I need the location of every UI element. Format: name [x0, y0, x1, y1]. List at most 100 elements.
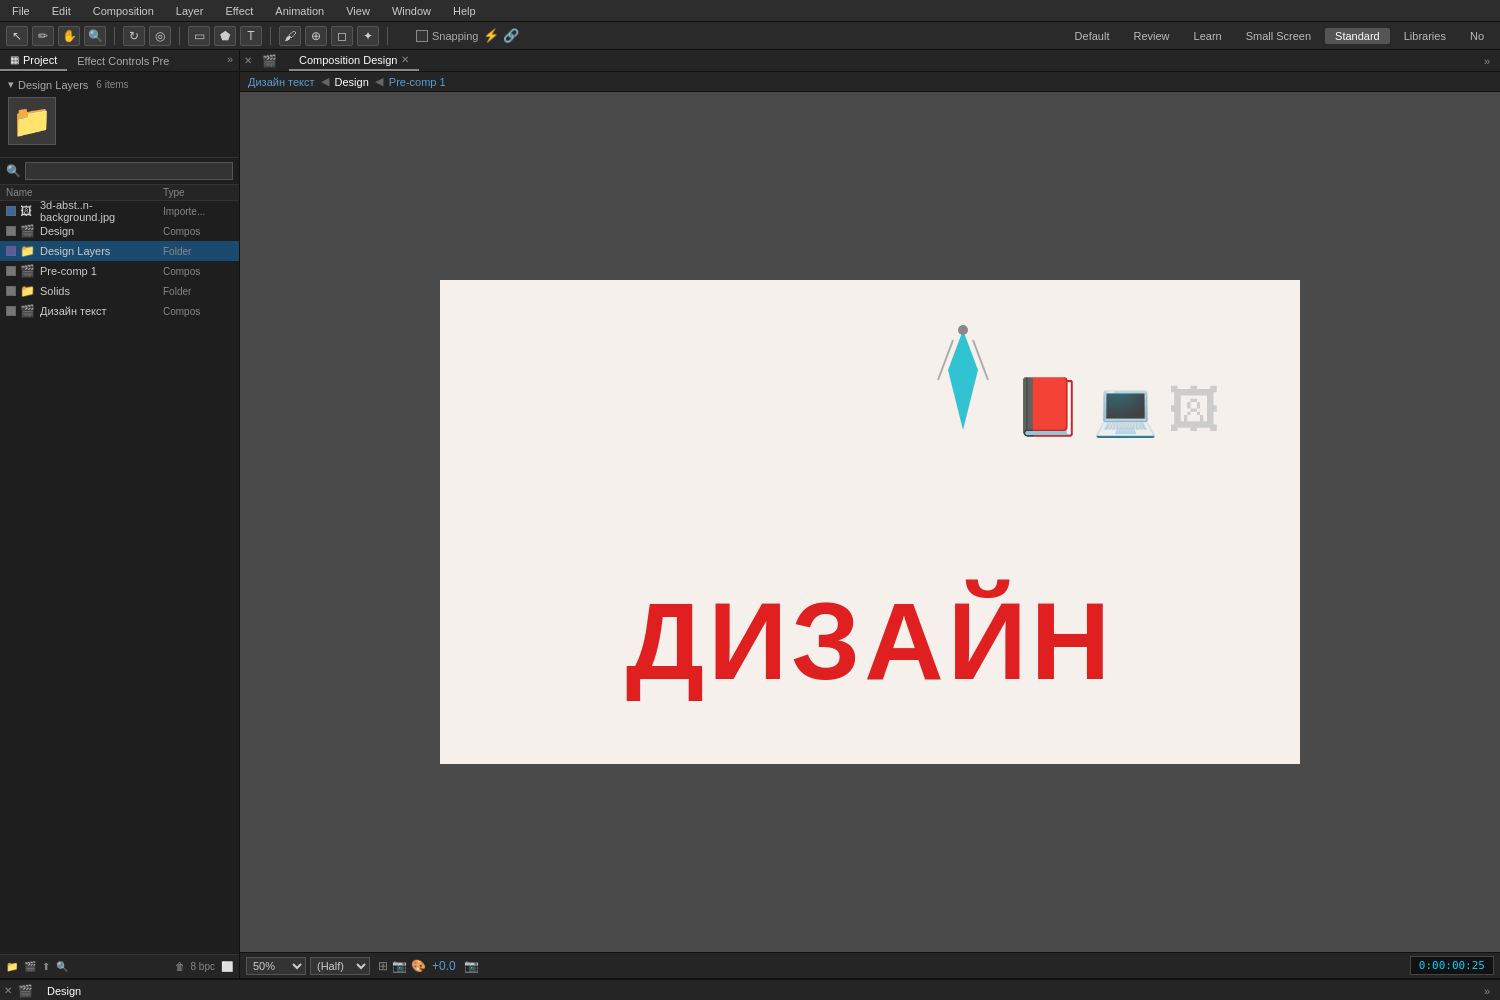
menu-bar: File Edit Composition Layer Effect Anima…	[0, 0, 1500, 22]
item-type-5: Compos	[163, 306, 233, 317]
list-item-5[interactable]: 🎬 Дизайн текст Compos	[0, 301, 239, 321]
delete-icon[interactable]: 🗑	[175, 961, 185, 972]
item-type-1: Compos	[163, 226, 233, 237]
color-icon[interactable]: 🎨	[411, 959, 426, 973]
workspace-learn[interactable]: Learn	[1184, 28, 1232, 44]
separator-2	[179, 27, 180, 45]
tool-pen[interactable]: ✏	[32, 26, 54, 46]
comp-panel-expand[interactable]: »	[1478, 52, 1496, 70]
project-list-header: Name Type	[0, 185, 239, 201]
tool-mask[interactable]: ▭	[188, 26, 210, 46]
workspace-libraries[interactable]: Libraries	[1394, 28, 1456, 44]
col-header-name: Name	[6, 187, 163, 198]
tool-hand[interactable]: ✋	[58, 26, 80, 46]
comp-tab-icon: 🎬	[252, 51, 287, 71]
snapping-checkbox[interactable]	[416, 30, 428, 42]
menu-item-effect[interactable]: Effect	[221, 3, 257, 19]
list-item-4[interactable]: 📁 Solids Folder	[0, 281, 239, 301]
design-icon-easel: 🖼	[1168, 380, 1220, 440]
menu-item-file[interactable]: File	[8, 3, 34, 19]
import-icon[interactable]: ⬆	[42, 961, 50, 972]
folder-count: 6 items	[96, 79, 128, 90]
fit-icon[interactable]: ⊞	[378, 959, 388, 973]
menu-item-composition[interactable]: Composition	[89, 3, 158, 19]
menu-item-help[interactable]: Help	[449, 3, 480, 19]
tool-rotate[interactable]: ↻	[123, 26, 145, 46]
list-item-3[interactable]: 🎬 Pre-comp 1 Compos	[0, 261, 239, 281]
menu-item-view[interactable]: View	[342, 3, 374, 19]
breadcrumb-item-1[interactable]: Design	[335, 76, 369, 88]
tool-shape[interactable]: ⬟	[214, 26, 236, 46]
tab-composition-design[interactable]: Composition Design ✕	[289, 51, 419, 71]
color-settings-icon[interactable]: ⬜	[221, 961, 233, 972]
menu-item-edit[interactable]: Edit	[48, 3, 75, 19]
workspace-small-screen[interactable]: Small Screen	[1236, 28, 1321, 44]
project-bottom-bar: 📁 🎬 ⬆ 🔍 🗑 8 bpc ⬜	[0, 954, 239, 978]
list-item-1[interactable]: 🎬 Design Compos	[0, 221, 239, 241]
tool-puppet[interactable]: ✦	[357, 26, 379, 46]
separator-1	[114, 27, 115, 45]
item-icon-5: 🎬	[20, 304, 36, 318]
tab-effect-controls[interactable]: Effect Controls Pre	[67, 50, 179, 71]
snapshot-icon[interactable]: 📷	[392, 959, 407, 973]
comp-tab-label: Composition Design	[299, 54, 397, 66]
tab-project[interactable]: ▦ Project	[0, 50, 67, 71]
item-name-1: Design	[40, 225, 163, 237]
item-icon-1: 🎬	[20, 224, 36, 238]
snapping-label: Snapping	[432, 30, 479, 42]
search-project-icon[interactable]: 🔍	[56, 961, 68, 972]
search-icon: 🔍	[6, 164, 21, 178]
snapping-area: Snapping ⚡ 🔗	[416, 28, 519, 43]
folder-header[interactable]: ▾ Design Layers 6 items	[8, 78, 231, 91]
tl-tab-close[interactable]: ✕	[4, 985, 12, 996]
workspace-standard[interactable]: Standard	[1325, 28, 1390, 44]
breadcrumb-item-0[interactable]: Дизайн текст	[248, 76, 315, 88]
quality-select[interactable]: (Half) (Full) (Quarter)	[310, 957, 370, 975]
item-icon-0: 🖼	[20, 204, 36, 218]
canvas-main-text: ДИЗАЙН	[440, 577, 1300, 704]
tool-text[interactable]: T	[240, 26, 262, 46]
tool-camera[interactable]: ◎	[149, 26, 171, 46]
effect-controls-label: Effect Controls Pre	[77, 55, 169, 67]
breadcrumb-sep-1: ◀	[375, 75, 383, 88]
breadcrumb-item-2[interactable]: Pre-comp 1	[389, 76, 446, 88]
new-folder-icon[interactable]: 📁	[6, 961, 18, 972]
item-icon-3: 🎬	[20, 264, 36, 278]
new-comp-icon[interactable]: 🎬	[24, 961, 36, 972]
workspace-review[interactable]: Review	[1123, 28, 1179, 44]
camera-icon[interactable]: 📷	[464, 959, 479, 973]
list-item-2[interactable]: 📁 Design Layers Folder	[0, 241, 239, 261]
zoom-select[interactable]: 50% 100% 25%	[246, 957, 306, 975]
menu-item-layer[interactable]: Layer	[172, 3, 208, 19]
item-type-2: Folder	[163, 246, 233, 257]
list-item-0[interactable]: 🖼 3d-abst..n-background.jpg Importe...	[0, 201, 239, 221]
workspace-tabs: Default Review Learn Small Screen Standa…	[1065, 28, 1494, 44]
tool-brush[interactable]: 🖌	[279, 26, 301, 46]
comp-tab-close-btn[interactable]: ✕	[244, 55, 252, 66]
comp-icon: 🎬	[262, 54, 277, 68]
workspace-default[interactable]: Default	[1065, 28, 1120, 44]
tab-timeline-design[interactable]: Design	[37, 982, 91, 1000]
tool-zoom[interactable]: 🔍	[84, 26, 106, 46]
item-type-0: Importe...	[163, 206, 233, 217]
tl-panel-expand[interactable]: »	[1478, 982, 1496, 1000]
tool-eraser[interactable]: ◻	[331, 26, 353, 46]
item-color-2	[6, 246, 16, 256]
comp-tab-close[interactable]: ✕	[401, 54, 409, 65]
exposure-icon[interactable]: +0.0	[432, 959, 456, 973]
folder-label: Design Layers	[18, 79, 88, 91]
tool-stamp[interactable]: ⊕	[305, 26, 327, 46]
tool-select[interactable]: ↖	[6, 26, 28, 46]
item-name-5: Дизайн текст	[40, 305, 163, 317]
workspace-no[interactable]: No	[1460, 28, 1494, 44]
comp-viewer: 📕 💻 🖼 ДИЗАЙН	[240, 92, 1500, 952]
panel-expand-btn[interactable]: »	[221, 50, 239, 71]
menu-item-window[interactable]: Window	[388, 3, 435, 19]
main-area: ▦ Project Effect Controls Pre » ▾ Design…	[0, 50, 1500, 978]
search-input[interactable]	[25, 162, 233, 180]
folder-arrow: ▾	[8, 78, 14, 91]
menu-item-animation[interactable]: Animation	[271, 3, 328, 19]
design-icons-area: 📕 💻 🖼	[923, 320, 1220, 440]
item-color-1	[6, 226, 16, 236]
bpc-label: 8 bpc	[191, 961, 215, 972]
